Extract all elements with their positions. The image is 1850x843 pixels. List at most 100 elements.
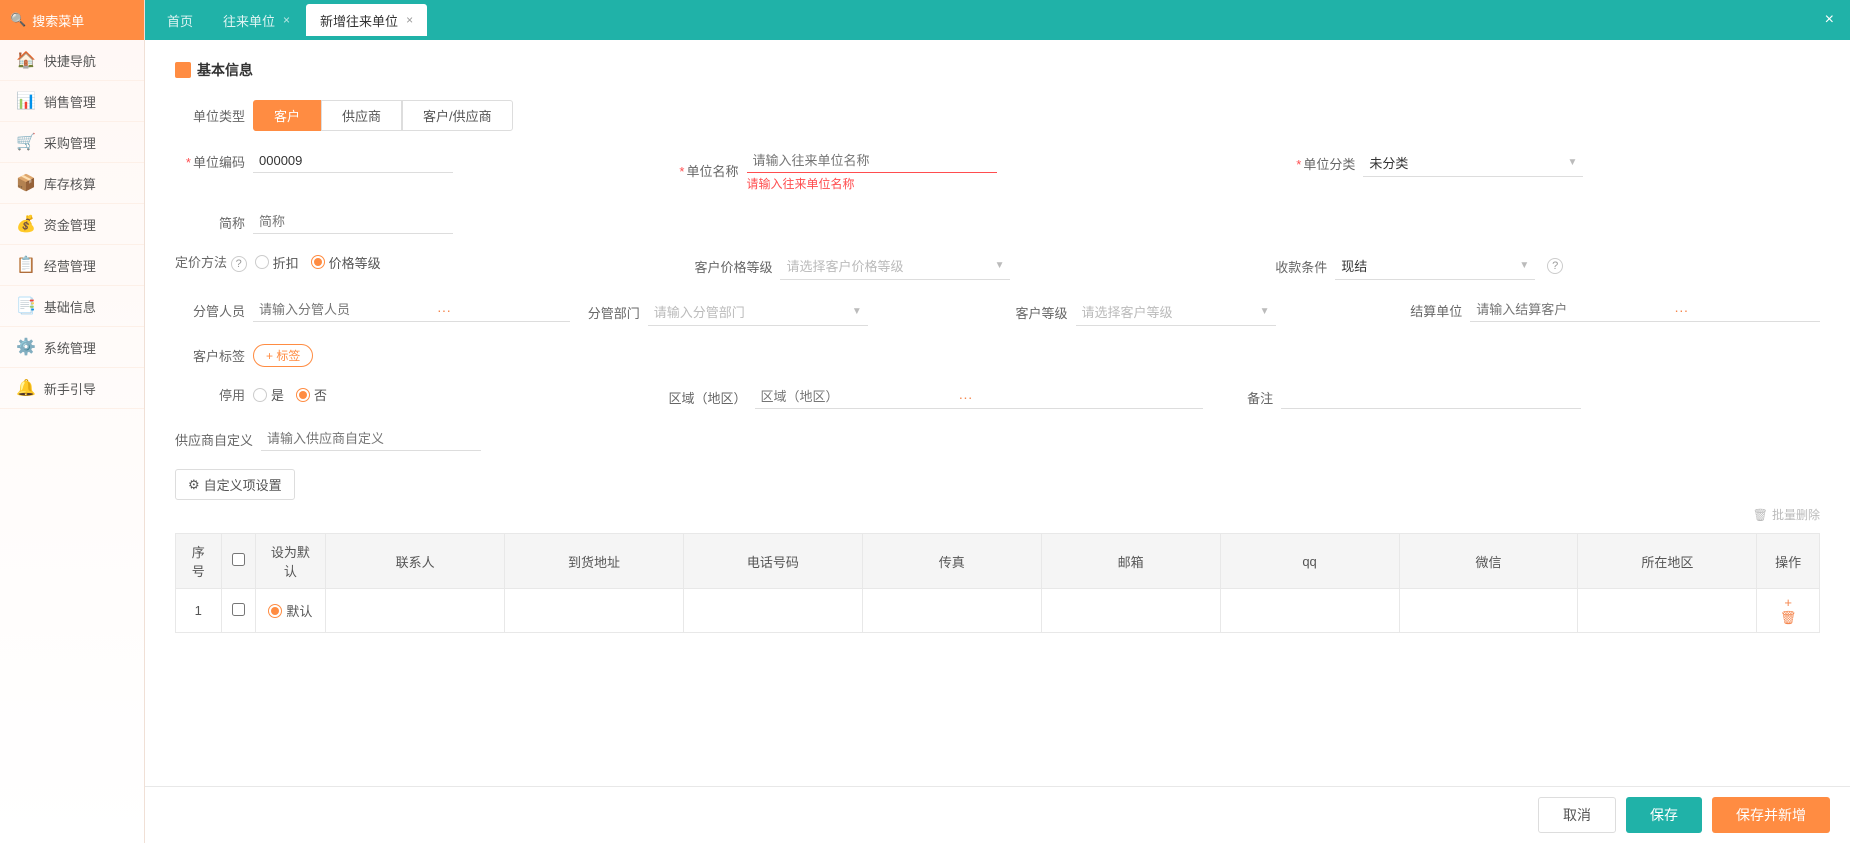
settlement-more-btn[interactable]: ··· (1670, 302, 1692, 318)
unit-category-select[interactable]: 未分类 ▼ (1363, 149, 1583, 177)
sidebar-item-operations[interactable]: 📋 经营管理 (0, 245, 144, 286)
row-location[interactable] (1578, 589, 1757, 633)
pricing-radio-group: 折扣 价格等级 (255, 253, 381, 272)
customer-level-select[interactable]: 请选择客户等级 ▼ (1076, 298, 1276, 326)
pricing-discount-radio[interactable]: 折扣 (255, 253, 299, 272)
settlement-unit-group: 结算单位 ··· (1392, 298, 1820, 322)
customer-tag-group: 客户标签 + 标签 (175, 344, 1820, 367)
cancel-button[interactable]: 取消 (1538, 797, 1616, 833)
sidebar-item-finance[interactable]: 💰 资金管理 (0, 204, 144, 245)
row-email[interactable] (1041, 589, 1220, 633)
col-checkbox[interactable] (221, 534, 255, 589)
disabled-yes-radio[interactable]: 是 (253, 385, 284, 404)
col-default: 设为默认 (255, 534, 326, 589)
supplier-custom-input[interactable] (261, 427, 481, 451)
type-btn-supplier[interactable]: 供应商 (321, 100, 402, 131)
custom-settings-wrap: ⚙ 自定义项设置 (175, 469, 1820, 500)
row-contact-input[interactable] (336, 603, 494, 618)
settlement-unit-input[interactable] (1470, 298, 1670, 321)
custom-settings-icon: ⚙ (188, 477, 200, 493)
tab-partners[interactable]: 往来单位 × (209, 4, 304, 36)
row-wechat[interactable] (1399, 589, 1578, 633)
save-button[interactable]: 保存 (1626, 797, 1702, 833)
row-address-input[interactable] (515, 603, 673, 618)
disabled-label: 停用 (175, 385, 245, 404)
sidebar-label-finance: 资金管理 (44, 215, 96, 234)
payment-terms-select[interactable]: 现结 ▼ (1335, 252, 1535, 280)
abbreviation-input[interactable] (253, 210, 453, 234)
sidebar-item-guide[interactable]: 🔔 新手引导 (0, 368, 144, 409)
row-add-btn[interactable]: + (1784, 595, 1792, 610)
tab-new-partner[interactable]: 新增往来单位 × (306, 4, 427, 36)
row-fax-input[interactable] (873, 603, 1031, 618)
tab-partners-label: 往来单位 (223, 11, 275, 30)
row-email-input[interactable] (1052, 603, 1210, 618)
sidebar-item-quick-nav[interactable]: 🏠 快捷导航 (0, 40, 144, 81)
sidebar-label-purchase: 采购管理 (44, 133, 96, 152)
department-select[interactable]: 请输入分管部门 ▼ (648, 298, 868, 326)
save-and-new-button[interactable]: 保存并新增 (1712, 797, 1830, 833)
row-fax[interactable] (862, 589, 1041, 633)
row-address[interactable] (505, 589, 684, 633)
unit-code-input[interactable] (253, 149, 453, 173)
col-location: 所在地区 (1578, 534, 1757, 589)
sidebar-label-guide: 新手引导 (44, 379, 96, 398)
sidebar-item-sales[interactable]: 📊 销售管理 (0, 81, 144, 122)
quick-nav-icon: 🏠 (16, 50, 36, 70)
row-phone-input[interactable] (694, 603, 852, 618)
disabled-yes-label: 是 (271, 385, 284, 404)
custom-settings-button[interactable]: ⚙ 自定义项设置 (175, 469, 295, 500)
row-delete-btn[interactable]: 🗑 (1780, 610, 1797, 625)
pricing-method-label: 定价方法 ? (175, 252, 247, 272)
row-default-radio[interactable]: 默认 (266, 601, 316, 620)
sidebar-item-system[interactable]: ⚙️ 系统管理 (0, 327, 144, 368)
customer-price-level-select[interactable]: 请选择客户价格等级 ▼ (780, 252, 1010, 280)
row-qq-input[interactable] (1231, 603, 1389, 618)
tab-home[interactable]: 首页 (153, 4, 207, 36)
custom-settings-label: 自定义项设置 (204, 475, 282, 494)
customer-level-arrow: ▼ (1260, 306, 1270, 317)
supplier-custom-group: 供应商自定义 (175, 427, 1820, 451)
manager-more-btn[interactable]: ··· (433, 302, 455, 318)
disabled-no-radio[interactable]: 否 (296, 385, 327, 404)
manager-input[interactable] (253, 298, 433, 321)
remark-input[interactable] (1281, 385, 1581, 409)
pricing-level-radio[interactable]: 价格等级 (311, 253, 381, 272)
guide-icon: 🔔 (16, 378, 36, 398)
select-all-checkbox[interactable] (232, 553, 245, 566)
sidebar-item-inventory[interactable]: 📦 库存核算 (0, 163, 144, 204)
tab-partners-close[interactable]: × (283, 13, 290, 27)
row-qq[interactable] (1220, 589, 1399, 633)
main-close-button[interactable]: × (1817, 7, 1842, 33)
disabled-group: 停用 是 否 (175, 385, 669, 404)
row-checkbox-input[interactable] (232, 603, 245, 616)
row-location-input[interactable] (1588, 603, 1746, 618)
status-row: 停用 是 否 区域（地区） (175, 385, 1820, 409)
region-more-btn[interactable]: ··· (955, 389, 977, 405)
type-btn-both[interactable]: 客户/供应商 (402, 100, 513, 131)
unit-name-input[interactable] (747, 149, 997, 173)
sidebar-item-basic-info[interactable]: 📑 基础信息 (0, 286, 144, 327)
pricing-help-icon[interactable]: ? (231, 256, 247, 272)
operations-icon: 📋 (16, 255, 36, 275)
row-contact[interactable] (326, 589, 505, 633)
disabled-no-label: 否 (314, 385, 327, 404)
region-input[interactable] (755, 385, 955, 408)
tag-add-button[interactable]: + 标签 (253, 344, 313, 367)
payment-terms-value: 现结 (1341, 256, 1519, 275)
sidebar-item-purchase[interactable]: 🛒 采购管理 (0, 122, 144, 163)
payment-terms-label: 收款条件 (1257, 257, 1327, 276)
inventory-icon: 📦 (16, 173, 36, 193)
tab-new-partner-close[interactable]: × (406, 13, 413, 27)
row-wechat-input[interactable] (1410, 603, 1568, 618)
pricing-level-label: 价格等级 (329, 253, 381, 272)
type-btn-customer[interactable]: 客户 (253, 100, 321, 131)
payment-terms-help-icon[interactable]: ? (1547, 258, 1563, 274)
footer-bar: 取消 保存 保存并新增 (145, 786, 1850, 843)
search-menu[interactable]: 🔍 搜索菜单 (0, 0, 144, 40)
batch-delete[interactable]: 🗑 批量删除 (175, 506, 1820, 523)
row-checkbox[interactable] (221, 589, 255, 633)
section-title-text: 基本信息 (197, 60, 253, 80)
unit-category-label: *单位分类 (1285, 154, 1355, 173)
row-phone[interactable] (683, 589, 862, 633)
